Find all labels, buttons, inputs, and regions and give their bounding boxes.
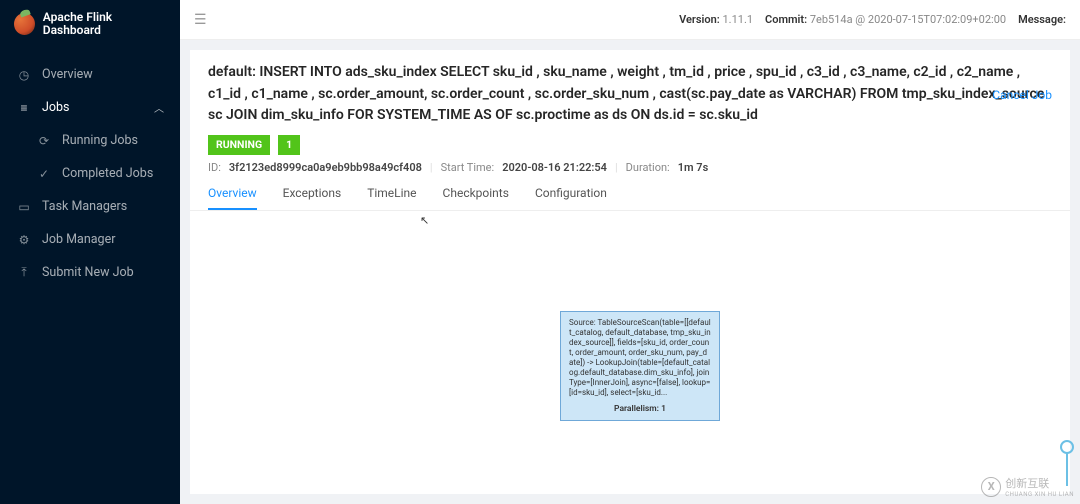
schedule-icon: ▭ [16,200,32,214]
cancel-job-link[interactable]: Cancel Job [992,88,1052,102]
operator-parallelism: Parallelism: 1 [569,404,711,414]
sidebar-item-label: Jobs [42,100,154,115]
dashboard-icon: ◷ [16,68,32,82]
watermark: X 创新互联 CHUANG XIN HU LIAN [981,475,1074,498]
duration-label: Duration: [626,161,670,174]
flink-logo-icon [14,13,35,35]
check-circle-icon: ✓ [36,167,52,181]
sidebar-item-task-managers[interactable]: ▭ Task Managers [0,190,180,223]
sidebar-item-completed-jobs[interactable]: ✓ Completed Jobs [0,157,180,190]
watermark-icon: X [981,477,1001,497]
sidebar-item-job-manager[interactable]: ⚙ Job Manager [0,223,180,256]
sidebar: Apache Flink Dashboard ◷ Overview ≡ Jobs… [0,0,180,504]
topbar-info: Version: 1.11.1 Commit: 7eb514a @ 2020-0… [679,13,1066,26]
play-circle-icon: ⟳ [36,134,52,148]
sidebar-item-submit-job[interactable]: ⤒ Submit New Job [0,256,180,289]
operator-description: Source: TableSourceScan(table=[[default_… [569,318,711,398]
sidebar-item-label: Running Jobs [62,133,164,148]
upload-icon: ⤒ [16,265,32,280]
tab-checkpoints[interactable]: Checkpoints [443,186,509,210]
sidebar-item-jobs[interactable]: ≡ Jobs ︿ [0,91,180,124]
chevron-up-icon: ︿ [154,100,164,115]
tab-timeline[interactable]: TimeLine [367,186,416,210]
job-tabs: Overview Exceptions TimeLine Checkpoints… [190,180,1070,211]
tab-overview[interactable]: Overview [208,186,257,210]
watermark-text: 创新互联 [1005,475,1074,491]
version-label: Version: [679,13,720,26]
version-value: 1.11.1 [723,13,754,26]
sidebar-item-running-jobs[interactable]: ⟳ Running Jobs [0,124,180,157]
watermark-sub: CHUANG XIN HU LIAN [1005,491,1074,498]
id-label: ID: [208,161,221,174]
bars-icon: ≡ [16,101,32,115]
start-time: 2020-08-16 21:22:54 [502,161,607,174]
sidebar-item-label: Task Managers [42,199,164,214]
sidebar-menu: ◷ Overview ≡ Jobs ︿ ⟳ Running Jobs ✓ Com… [0,48,180,289]
main: ☰ Version: 1.11.1 Commit: 7eb514a @ 2020… [180,0,1080,504]
duration-value: 1m 7s [678,161,709,174]
sidebar-item-overview[interactable]: ◷ Overview [0,58,180,91]
start-label: Start Time: [441,161,495,174]
operator-node[interactable]: Source: TableSourceScan(table=[[default_… [560,311,720,421]
commit-value: 7eb514a @ 2020-07-15T07:02:09+02:00 [810,13,1006,26]
topbar: ☰ Version: 1.11.1 Commit: 7eb514a @ 2020… [180,0,1080,40]
brand: Apache Flink Dashboard [0,0,180,48]
running-count-badge: 1 [278,135,300,155]
sidebar-item-label: Completed Jobs [62,166,164,181]
brand-title: Apache Flink Dashboard [43,11,166,37]
commit-label: Commit: [765,13,807,26]
message-label: Message: [1018,13,1066,26]
sidebar-item-label: Submit New Job [42,265,164,280]
sidebar-item-label: Job Manager [42,232,164,247]
tab-configuration[interactable]: Configuration [535,186,607,210]
menu-fold-icon[interactable]: ☰ [194,12,207,28]
job-meta: ID: 3f2123ed8999ca0a9eb9bb98a49cf408 | S… [190,159,1070,180]
sidebar-item-label: Overview [42,67,164,82]
job-card: default: INSERT INTO ads_sku_index SELEC… [190,50,1070,494]
status-badge: RUNNING [208,135,270,155]
job-title: default: INSERT INTO ads_sku_index SELEC… [190,50,1070,135]
job-id: 3f2123ed8999ca0a9eb9bb98a49cf408 [229,161,422,174]
tab-exceptions[interactable]: Exceptions [283,186,342,210]
job-graph-canvas[interactable]: Source: TableSourceScan(table=[[default_… [190,211,1070,494]
scroll-indicator-icon [1060,440,1074,454]
job-badges: RUNNING 1 [190,135,1070,159]
build-icon: ⚙ [16,233,32,247]
